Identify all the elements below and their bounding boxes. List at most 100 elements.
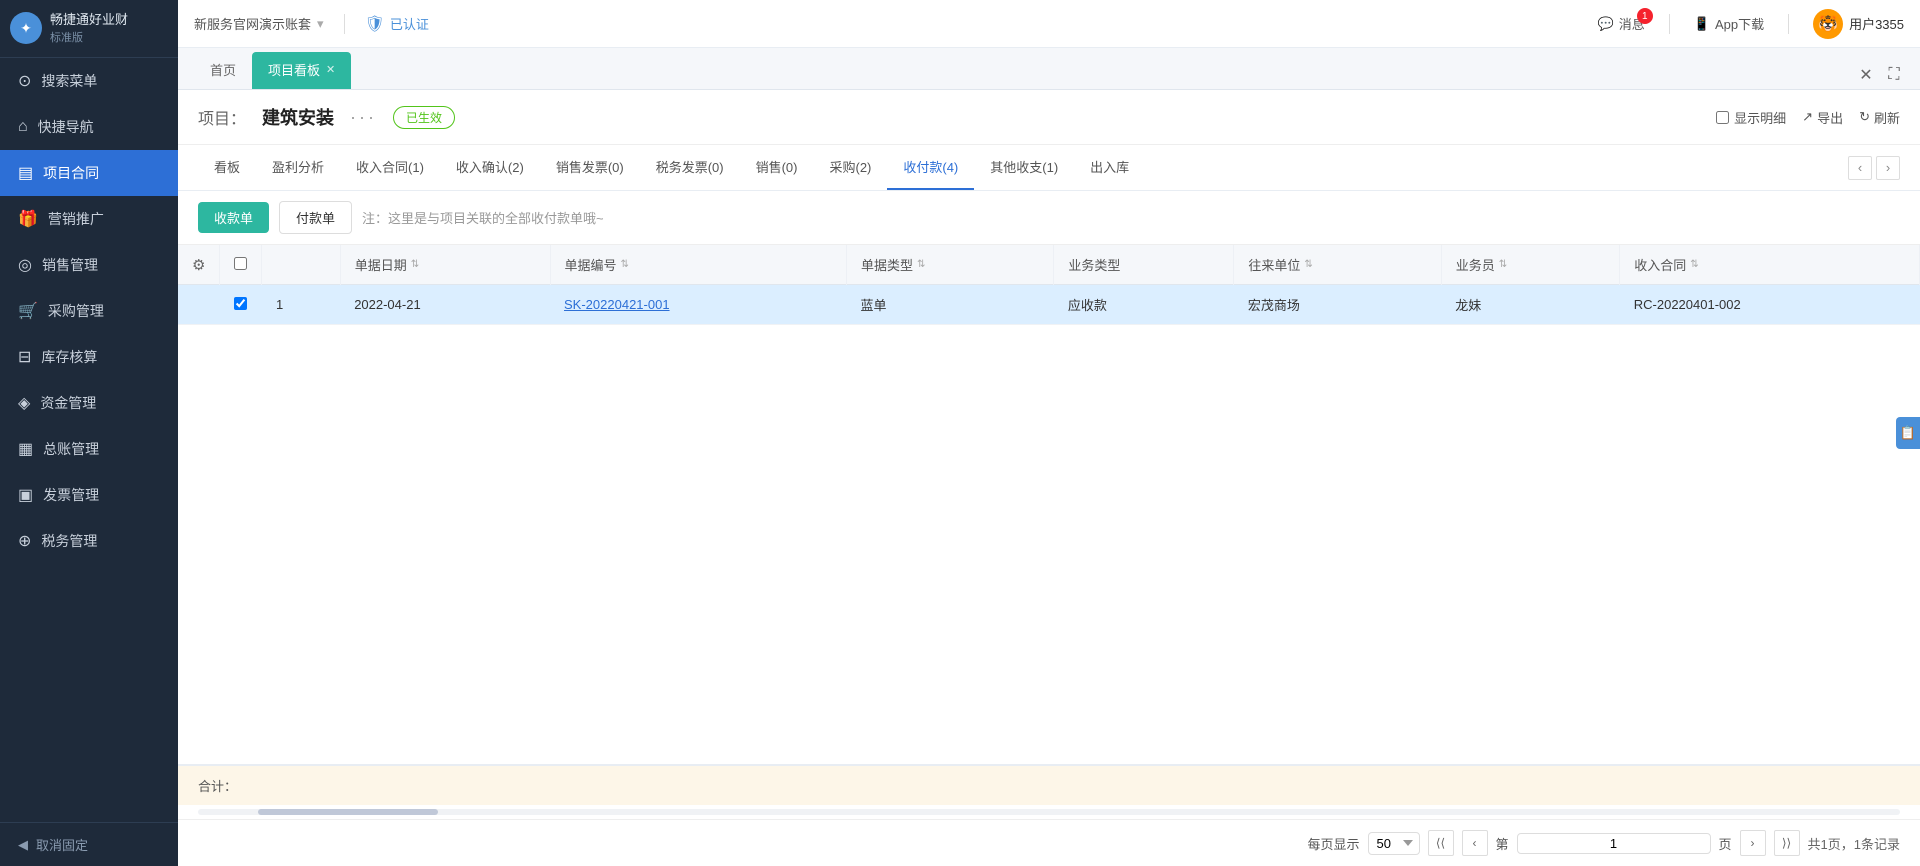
project-status-badge: 已生效	[393, 106, 455, 129]
per-page-select[interactable]: 50 10 20 100	[1368, 832, 1420, 855]
project-more-btn[interactable]: ···	[350, 107, 377, 128]
sidebar-item-label: 发票管理	[43, 485, 99, 505]
page-prev-btn[interactable]: ‹	[1462, 830, 1488, 856]
row-partner: 宏茂商场	[1234, 285, 1441, 325]
user-label: 用户3355	[1849, 14, 1904, 33]
th-biz-type: 业务类型	[1054, 245, 1234, 285]
sidebar-item-sales[interactable]: ◎ 销售管理	[0, 242, 178, 288]
row-number-link[interactable]: SK-20220421-001	[564, 297, 670, 312]
row-number[interactable]: SK-20220421-001	[550, 285, 847, 325]
tab-close-icon[interactable]: ✕	[326, 63, 335, 76]
sidebar-item-label: 资金管理	[40, 393, 96, 413]
tab-home[interactable]: 首页	[194, 52, 252, 89]
tab-project-board[interactable]: 项目看板 ✕	[252, 52, 351, 89]
sub-tab-income-confirm-label: 收入确认(2)	[456, 160, 524, 175]
sub-tab-sales-invoice-label: 销售发票(0)	[556, 160, 624, 175]
checkbox-col-header	[220, 245, 262, 285]
sub-tabs: 看板 盈利分析 收入合同(1) 收入确认(2) 销售发票(0) 税务发票(0) …	[178, 145, 1920, 191]
topbar-user[interactable]: 🐯 用户3355	[1813, 9, 1904, 39]
app-logo: ✦	[10, 12, 42, 44]
sidebar-item-ledger[interactable]: ▦ 总账管理	[0, 426, 178, 472]
window-close-btn[interactable]: ✕	[1856, 65, 1876, 85]
show-detail-checkbox[interactable]: 显示明细	[1716, 108, 1786, 127]
sub-tab-scroll-right[interactable]: ›	[1876, 156, 1900, 180]
payment-tab-btn[interactable]: 付款单	[279, 201, 352, 234]
sub-tab-income-contract[interactable]: 收入合同(1)	[340, 145, 440, 190]
project-header-actions: 显示明细 ↗ 导出 ↻ 刷新	[1716, 108, 1900, 127]
project-icon: ▤	[18, 163, 33, 183]
th-salesperson[interactable]: 业务员 ⇅	[1441, 245, 1620, 285]
tab-home-label: 首页	[210, 60, 236, 79]
th-partner[interactable]: 往来单位 ⇅	[1234, 245, 1441, 285]
horizontal-scrollbar[interactable]	[198, 809, 1900, 815]
right-panel-toggle[interactable]: 📋	[1896, 417, 1920, 449]
scrollbar-thumb[interactable]	[258, 809, 438, 815]
th-type[interactable]: 单据类型 ⇅	[847, 245, 1054, 285]
th-number[interactable]: 单据编号 ⇅	[550, 245, 847, 285]
sub-tab-profit-label: 盈利分析	[272, 160, 324, 175]
tab-project-board-label: 项目看板	[268, 60, 320, 79]
sidebar-item-tax[interactable]: ⊕ 税务管理	[0, 518, 178, 564]
row-checkbox[interactable]	[234, 297, 247, 310]
sub-tab-other-label: 其他收支(1)	[990, 160, 1058, 175]
page-last-btn[interactable]: ⟩⟩	[1774, 830, 1800, 856]
th-income-contract[interactable]: 收入合同 ⇅	[1620, 245, 1920, 285]
export-icon: ↗	[1802, 109, 1813, 125]
sidebar-item-search[interactable]: ⊙ 搜索菜单	[0, 58, 178, 104]
sub-tab-purchase[interactable]: 采购(2)	[813, 145, 887, 190]
sidebar-edition: 标准版	[50, 29, 128, 45]
page-total-info: 共1页，1条记录	[1808, 834, 1900, 853]
topbar-certified: 🛡 已认证	[365, 14, 429, 34]
show-detail-input[interactable]	[1716, 111, 1729, 124]
sidebar-item-quicknav[interactable]: ⌂ 快捷导航	[0, 104, 178, 150]
finance-icon: ◈	[18, 393, 30, 413]
sub-tab-collection[interactable]: 收付款(4)	[887, 145, 974, 190]
per-page-label: 每页显示	[1307, 834, 1359, 853]
row-seq: 1	[262, 285, 340, 325]
table-body: 1 2022-04-21 SK-20220421-001 蓝单 应收款 宏茂商场…	[178, 285, 1920, 325]
sub-tabs-arrows: ‹ ›	[1848, 156, 1900, 180]
certified-label: 已认证	[390, 14, 429, 33]
collection-tab-btn[interactable]: 收款单	[198, 202, 269, 233]
sub-tab-scroll-left[interactable]: ‹	[1848, 156, 1872, 180]
ledger-icon: ▦	[18, 439, 33, 459]
select-all-checkbox[interactable]	[234, 257, 247, 270]
sub-tab-other[interactable]: 其他收支(1)	[974, 145, 1074, 190]
sub-tab-kanban[interactable]: 看板	[198, 145, 256, 190]
sidebar-item-purchase[interactable]: 🛒 采购管理	[0, 288, 178, 334]
topbar-project-selector[interactable]: 新服务官网演示账套 ▾	[194, 14, 324, 33]
window-maximize-btn[interactable]: ⛶	[1884, 65, 1904, 85]
sub-tab-sales-invoice[interactable]: 销售发票(0)	[540, 145, 640, 190]
sub-tab-sales[interactable]: 销售(0)	[740, 145, 814, 190]
sidebar-unpin[interactable]: ◀ 取消固定	[0, 822, 178, 866]
sidebar-item-finance[interactable]: ◈ 资金管理	[0, 380, 178, 426]
sort-icon-date: ⇅	[411, 259, 419, 270]
sidebar-item-inventory[interactable]: ⊟ 库存核算	[0, 334, 178, 380]
sub-tab-stock[interactable]: 出入库	[1074, 145, 1145, 190]
page-number-input[interactable]	[1517, 833, 1711, 854]
project-header: 项目： 建筑安装 ··· 已生效 显示明细 ↗ 导出 ↻ 刷新	[178, 90, 1920, 145]
sidebar-item-invoice[interactable]: ▣ 发票管理	[0, 472, 178, 518]
project-prefix: 项目：	[198, 105, 246, 129]
sidebar-item-marketing[interactable]: 🎁 营销推广	[0, 196, 178, 242]
column-settings-icon[interactable]: ⚙	[192, 257, 205, 274]
sub-tab-income-contract-label: 收入合同(1)	[356, 160, 424, 175]
sub-tab-income-confirm[interactable]: 收入确认(2)	[440, 145, 540, 190]
sub-tab-tax-invoice[interactable]: 税务发票(0)	[640, 145, 740, 190]
page-first-btn[interactable]: ⟨⟨	[1428, 830, 1454, 856]
topbar-app-btn[interactable]: 📱 App下载	[1694, 14, 1764, 33]
table-row[interactable]: 1 2022-04-21 SK-20220421-001 蓝单 应收款 宏茂商场…	[178, 285, 1920, 325]
shield-icon: 🛡	[365, 14, 385, 34]
page-next-btn[interactable]: ›	[1740, 830, 1766, 856]
sidebar-item-project-contract[interactable]: ▤ 项目合同	[0, 150, 178, 196]
sub-tab-kanban-label: 看板	[214, 160, 240, 175]
purchase-icon: 🛒	[18, 301, 38, 321]
sub-tab-stock-label: 出入库	[1090, 160, 1129, 175]
refresh-btn[interactable]: ↻ 刷新	[1859, 108, 1900, 127]
th-date[interactable]: 单据日期 ⇅	[340, 245, 550, 285]
export-btn[interactable]: ↗ 导出	[1802, 108, 1843, 127]
panel-icon: 📋	[1900, 425, 1916, 441]
topbar-msg-btn[interactable]: 💬 消息 1	[1598, 14, 1645, 33]
sub-tab-profit[interactable]: 盈利分析	[256, 145, 340, 190]
sort-icon-number: ⇅	[621, 259, 629, 270]
